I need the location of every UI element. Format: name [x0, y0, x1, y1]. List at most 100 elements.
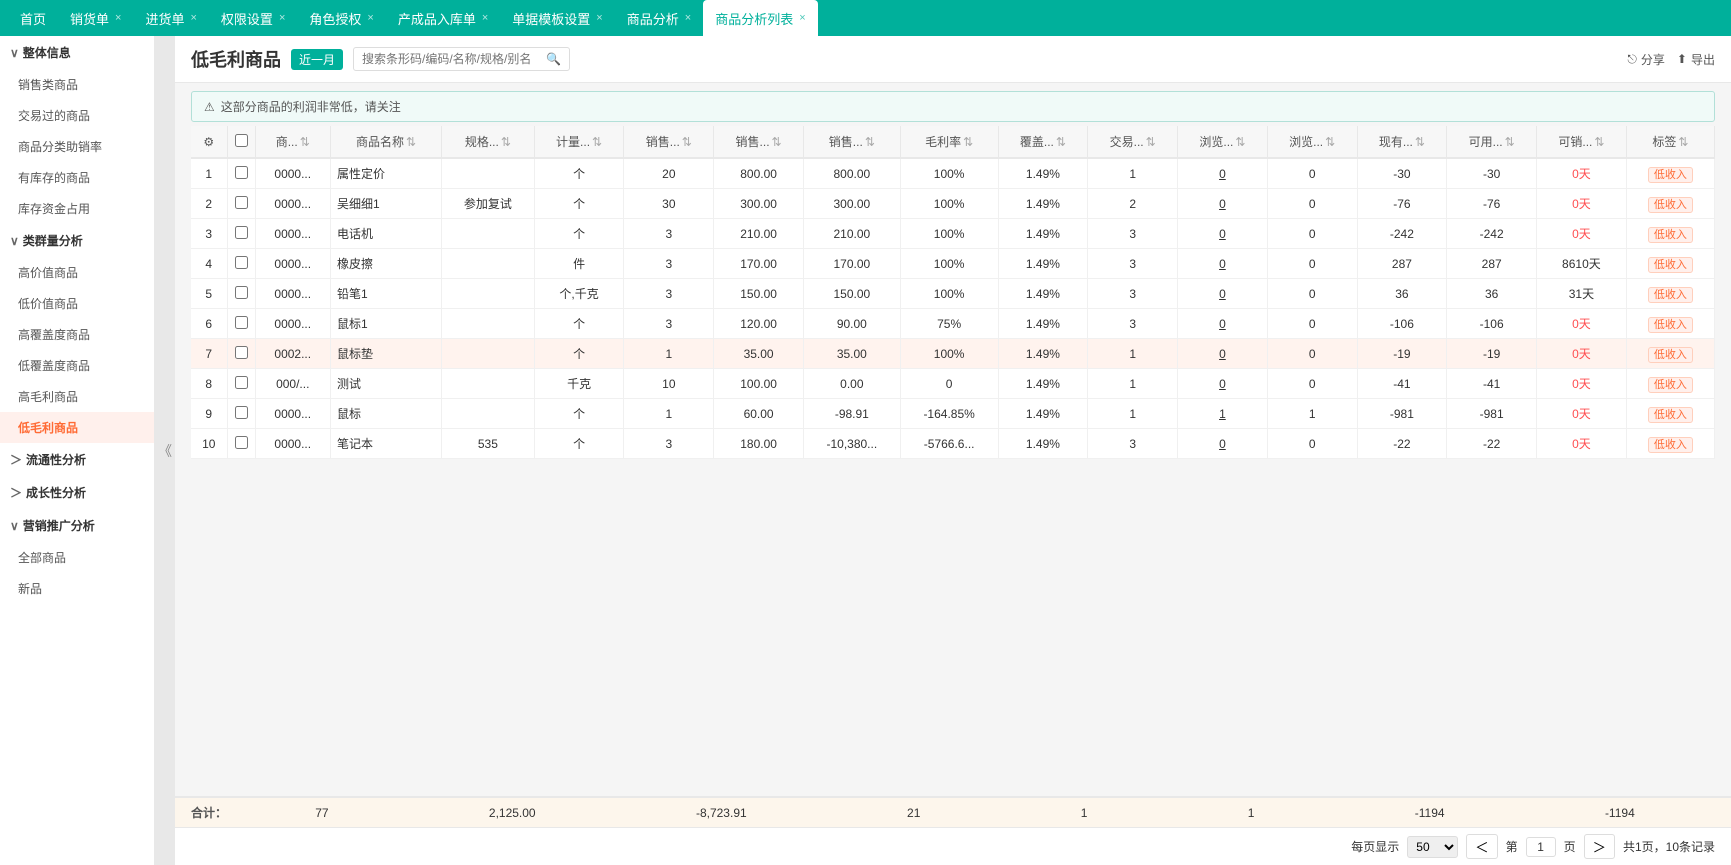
close-icon[interactable]: ×	[115, 12, 121, 24]
close-icon[interactable]: ×	[367, 12, 373, 24]
time-filter-tag[interactable]: 近一月	[291, 49, 343, 70]
cell-checkbox[interactable]	[227, 369, 255, 399]
cell-no: 9	[191, 399, 227, 429]
sidebar-item-traded-products[interactable]: 交易过的商品	[0, 100, 154, 131]
close-icon[interactable]: ×	[279, 12, 285, 24]
per-page-select[interactable]: 50 100 200	[1407, 836, 1458, 858]
cell-checkbox[interactable]	[227, 158, 255, 189]
nav-sales-order[interactable]: 销货单 ×	[58, 0, 133, 36]
sidebar-item-in-stock[interactable]: 有库存的商品	[0, 162, 154, 193]
sidebar-item-new-products[interactable]: 新品	[0, 573, 154, 604]
sidebar-group-growth[interactable]: ＞ 成长性分析	[0, 476, 154, 509]
col-saleable[interactable]: 可销...⇅	[1537, 126, 1627, 158]
nav-product-entry[interactable]: 产成品入库单 ×	[386, 0, 500, 36]
nav-template-settings[interactable]: 单据模板设置 ×	[500, 0, 614, 36]
sidebar-item-category-rate[interactable]: 商品分类助销率	[0, 131, 154, 162]
nav-home[interactable]: 首页	[8, 0, 58, 36]
nav-product-analysis-list[interactable]: 商品分析列表 ×	[703, 0, 817, 36]
col-available[interactable]: 可用...⇅	[1447, 126, 1537, 158]
row-checkbox[interactable]	[235, 346, 248, 359]
cell-spec	[442, 279, 535, 309]
sidebar-item-high-value[interactable]: 高价值商品	[0, 257, 154, 288]
col-checkbox[interactable]	[227, 126, 255, 158]
nav-product-analysis[interactable]: 商品分析 ×	[615, 0, 703, 36]
sidebar-item-low-coverage[interactable]: 低覆盖度商品	[0, 350, 154, 381]
cell-checkbox[interactable]	[227, 189, 255, 219]
row-checkbox[interactable]	[235, 256, 248, 269]
cell-code: 0000...	[255, 429, 331, 459]
close-icon[interactable]: ×	[799, 12, 805, 24]
export-button[interactable]: ⬆ 导出	[1677, 51, 1715, 68]
close-icon[interactable]: ×	[685, 12, 691, 24]
sidebar-item-low-value[interactable]: 低价值商品	[0, 288, 154, 319]
cell-view1[interactable]: 0	[1178, 339, 1268, 369]
cell-view1[interactable]: 0	[1178, 309, 1268, 339]
cell-checkbox[interactable]	[227, 309, 255, 339]
sidebar-group-marketing[interactable]: ∨ 营销推广分析	[0, 509, 154, 542]
cell-checkbox[interactable]	[227, 249, 255, 279]
cell-no: 8	[191, 369, 227, 399]
cell-checkbox[interactable]	[227, 339, 255, 369]
row-checkbox[interactable]	[235, 376, 248, 389]
select-all-checkbox[interactable]	[235, 134, 248, 147]
col-current-stock[interactable]: 现有...⇅	[1357, 126, 1447, 158]
cell-checkbox[interactable]	[227, 429, 255, 459]
sidebar-item-all-products[interactable]: 全部商品	[0, 542, 154, 573]
col-spec[interactable]: 规格...⇅	[442, 126, 535, 158]
col-tag[interactable]: 标签⇅	[1626, 126, 1714, 158]
sidebar-collapse-button[interactable]: 《	[155, 36, 175, 865]
cell-view1[interactable]: 0	[1178, 158, 1268, 189]
nav-purchase-order[interactable]: 进货单 ×	[133, 0, 208, 36]
col-sales-amount[interactable]: 销售...⇅	[803, 126, 900, 158]
cell-saleable: 0天	[1537, 399, 1627, 429]
cell-view1[interactable]: 0	[1178, 189, 1268, 219]
search-input[interactable]	[362, 52, 542, 66]
cell-view1[interactable]: 0	[1178, 279, 1268, 309]
sidebar-group-circulation[interactable]: ＞ 流通性分析	[0, 443, 154, 476]
row-checkbox[interactable]	[235, 316, 248, 329]
close-icon[interactable]: ×	[190, 12, 196, 24]
cell-checkbox[interactable]	[227, 219, 255, 249]
col-view2[interactable]: 浏览...⇅	[1267, 126, 1357, 158]
cell-checkbox[interactable]	[227, 279, 255, 309]
row-checkbox[interactable]	[235, 226, 248, 239]
nav-role-auth[interactable]: 角色授权 ×	[297, 0, 385, 36]
sidebar-item-sales-products[interactable]: 销售类商品	[0, 69, 154, 100]
row-checkbox[interactable]	[235, 286, 248, 299]
sidebar-item-low-margin[interactable]: 低毛利商品	[0, 412, 154, 443]
share-button[interactable]: ⎋ 分享	[1627, 51, 1665, 68]
search-icon[interactable]: 🔍	[546, 52, 561, 66]
cell-view1[interactable]: 0	[1178, 429, 1268, 459]
col-code[interactable]: 商...⇅	[255, 126, 331, 158]
next-page-button[interactable]: ＞	[1584, 834, 1615, 859]
cell-view1[interactable]: 0	[1178, 249, 1268, 279]
col-trade[interactable]: 交易...⇅	[1088, 126, 1178, 158]
cell-view1[interactable]: 0	[1178, 369, 1268, 399]
cell-view1[interactable]: 1	[1178, 399, 1268, 429]
row-checkbox[interactable]	[235, 166, 248, 179]
cell-code: 0000...	[255, 249, 331, 279]
cell-checkbox[interactable]	[227, 399, 255, 429]
nav-permissions[interactable]: 权限设置 ×	[209, 0, 297, 36]
col-settings[interactable]: ⚙	[191, 126, 227, 158]
sidebar-group-cluster[interactable]: ∨ 类群量分析	[0, 224, 154, 257]
row-checkbox[interactable]	[235, 406, 248, 419]
sidebar-item-high-margin[interactable]: 高毛利商品	[0, 381, 154, 412]
row-checkbox[interactable]	[235, 196, 248, 209]
col-sales-price[interactable]: 销售...⇅	[714, 126, 804, 158]
cell-view1[interactable]: 0	[1178, 219, 1268, 249]
table-row: 1 0000... 属性定价 个 20 800.00 800.00 100% 1…	[191, 158, 1715, 189]
col-sales-qty[interactable]: 销售...⇅	[624, 126, 714, 158]
close-icon[interactable]: ×	[596, 12, 602, 24]
col-name[interactable]: 商品名称⇅	[331, 126, 442, 158]
prev-page-button[interactable]: ＜	[1466, 834, 1497, 859]
close-icon[interactable]: ×	[482, 12, 488, 24]
sidebar-item-high-coverage[interactable]: 高覆盖度商品	[0, 319, 154, 350]
col-view1[interactable]: 浏览...⇅	[1178, 126, 1268, 158]
sidebar-group-overall[interactable]: ∨ 整体信息	[0, 36, 154, 69]
col-margin[interactable]: 毛利率⇅	[900, 126, 998, 158]
col-coverage[interactable]: 覆盖...⇅	[998, 126, 1088, 158]
col-unit[interactable]: 计量...⇅	[534, 126, 624, 158]
sidebar-item-stock-funds[interactable]: 库存资金占用	[0, 193, 154, 224]
row-checkbox[interactable]	[235, 436, 248, 449]
